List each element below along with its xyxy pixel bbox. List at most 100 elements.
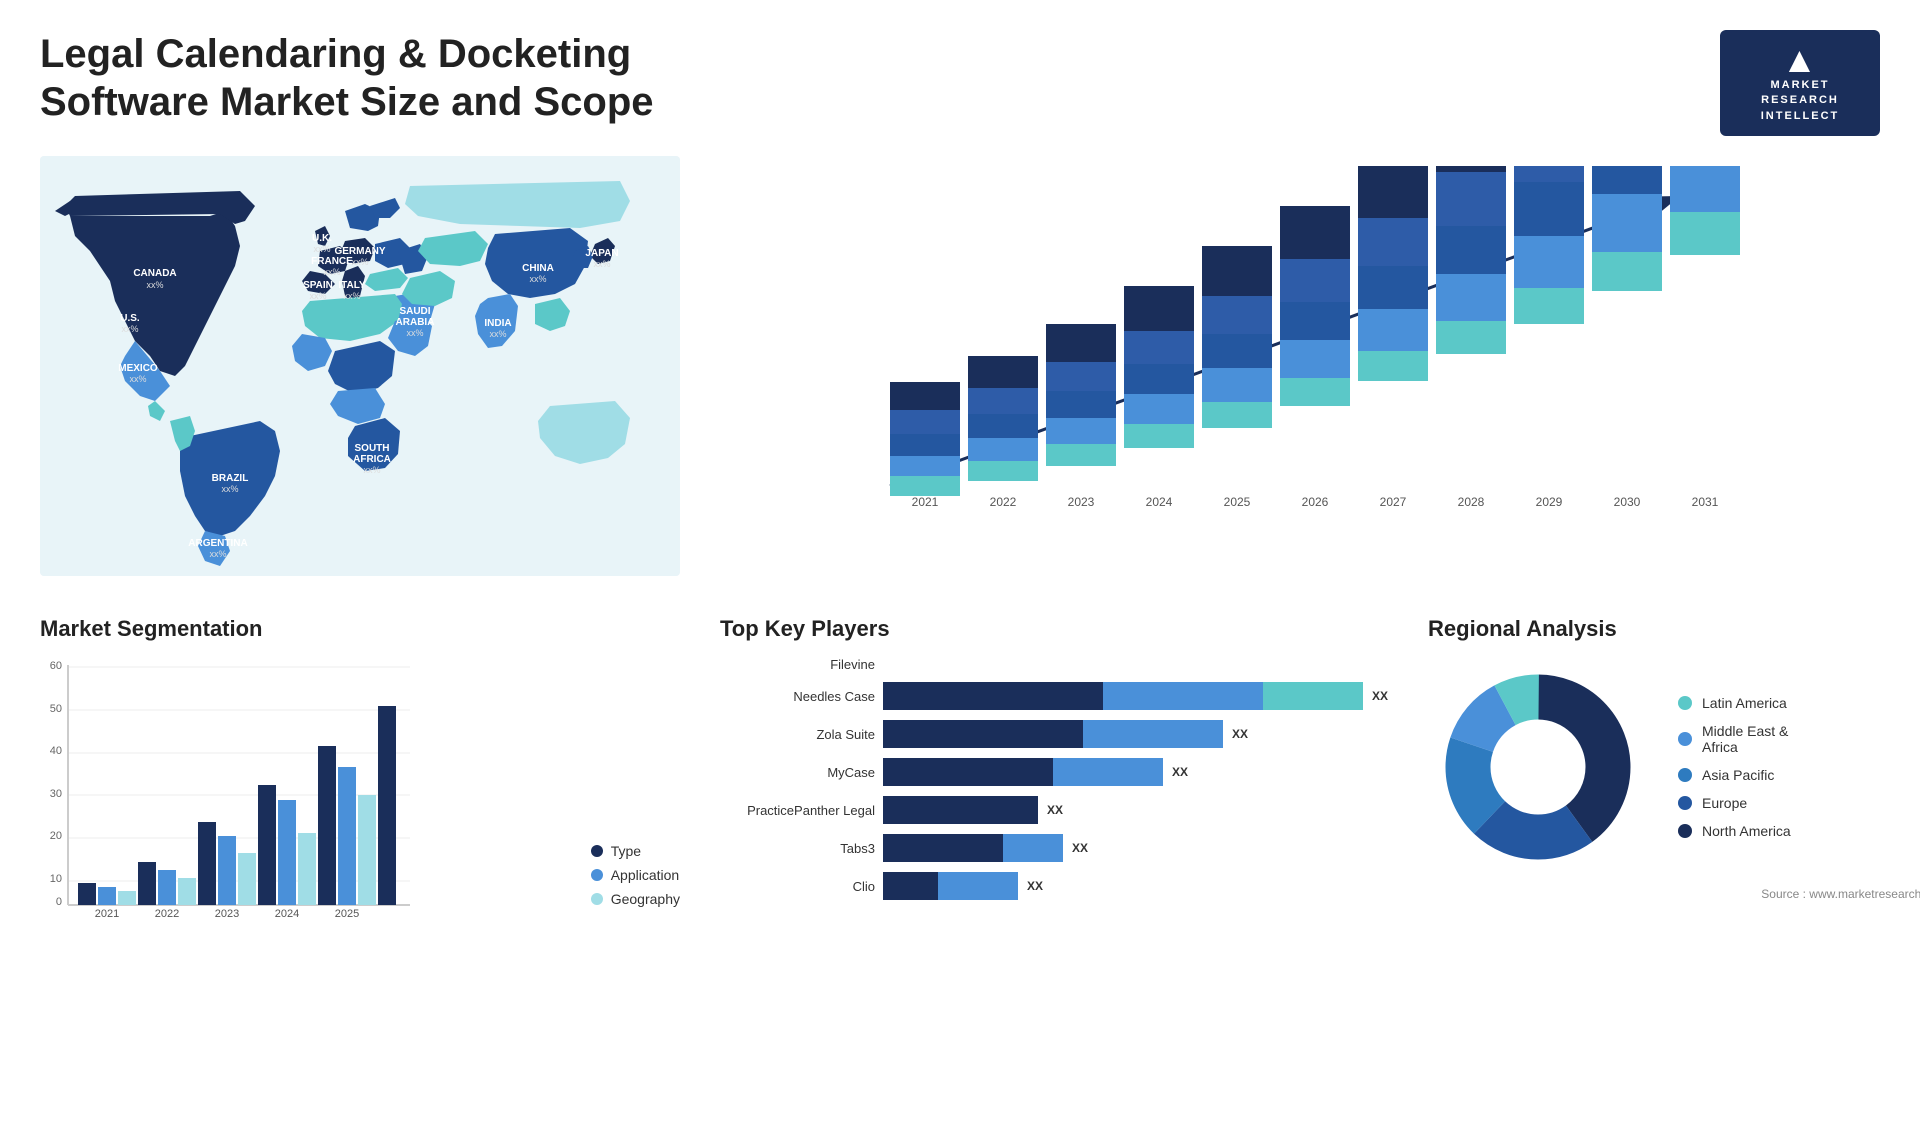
svg-text:U.K.: U.K.	[312, 233, 332, 244]
bar-seg-dark	[883, 682, 1103, 710]
legend-item-type: Type	[591, 843, 680, 859]
header: Legal Calendaring & Docketing Software M…	[40, 30, 1880, 136]
bar-chart-container: XX 2021 XX	[720, 166, 1860, 566]
player-bar-practicepanther-segments	[883, 796, 1038, 824]
svg-text:FRANCE: FRANCE	[311, 256, 353, 267]
svg-text:BRAZIL: BRAZIL	[212, 473, 249, 484]
chart-section: XX 2021 XX	[700, 156, 1880, 576]
svg-text:CHINA: CHINA	[522, 263, 554, 274]
player-value-needles: XX	[1372, 689, 1388, 703]
player-name-needles: Needles Case	[720, 689, 875, 704]
svg-text:xx%: xx%	[121, 324, 138, 334]
player-bar-practicepanther: XX	[883, 796, 1388, 824]
reg-dot-asia-pacific	[1678, 768, 1692, 782]
svg-text:SOUTH: SOUTH	[355, 443, 390, 454]
bar-seg-mid	[1003, 834, 1063, 862]
svg-text:GERMANY: GERMANY	[334, 246, 385, 257]
svg-text:2027: 2027	[1380, 495, 1407, 509]
svg-text:30: 30	[50, 788, 62, 800]
map-section: CANADA xx% U.S. xx% MEXICO xx% BRAZIL xx…	[40, 156, 680, 576]
reg-label-north-america: North America	[1702, 823, 1791, 839]
svg-text:xx%: xx%	[351, 257, 368, 267]
player-bar-needles-segments	[883, 682, 1363, 710]
svg-text:ARABIA: ARABIA	[396, 317, 435, 328]
player-bar-needles: XX	[883, 682, 1388, 710]
svg-text:xx%: xx%	[529, 274, 546, 284]
logo: ▲ MARKET RESEARCH INTELLECT	[1720, 30, 1880, 136]
reg-dot-latin-america	[1678, 696, 1692, 710]
player-bar-clio: XX	[883, 872, 1388, 900]
logo-line2: RESEARCH	[1761, 93, 1839, 108]
player-name-clio: Clio	[720, 879, 875, 894]
player-bar-mycase-segments	[883, 758, 1163, 786]
svg-text:2030: 2030	[1614, 495, 1641, 509]
svg-text:40: 40	[50, 745, 62, 757]
svg-text:xx%: xx%	[323, 267, 340, 277]
svg-text:xx%: xx%	[221, 484, 238, 494]
source-text: Source : www.marketresearchintellect.com	[1428, 887, 1920, 901]
svg-text:2025: 2025	[1224, 495, 1251, 509]
svg-text:2025: 2025	[335, 908, 359, 917]
player-bar-clio-segments	[883, 872, 1018, 900]
logo-line3: INTELLECT	[1761, 109, 1840, 124]
player-value-tabs3: XX	[1072, 841, 1088, 855]
player-name-filevine: Filevine	[720, 657, 875, 672]
player-row-filevine: Filevine	[720, 657, 1388, 672]
reg-legend-middle-east: Middle East &Africa	[1678, 723, 1791, 755]
svg-text:2026: 2026	[1302, 495, 1329, 509]
svg-text:AFRICA: AFRICA	[353, 454, 391, 465]
svg-text:10: 10	[50, 873, 62, 885]
map-container: CANADA xx% U.S. xx% MEXICO xx% BRAZIL xx…	[40, 156, 680, 576]
player-row-mycase: MyCase XX	[720, 758, 1388, 786]
player-value-zola: XX	[1232, 727, 1248, 741]
svg-text:MEXICO: MEXICO	[118, 363, 158, 374]
player-row-tabs3: Tabs3 XX	[720, 834, 1388, 862]
legend-item-application: Application	[591, 867, 680, 883]
player-bar-zola: XX	[883, 720, 1388, 748]
svg-text:2024: 2024	[275, 908, 299, 917]
players-section: Top Key Players Filevine Needles Case XX	[700, 606, 1408, 920]
page-title: Legal Calendaring & Docketing Software M…	[40, 30, 740, 126]
legend-dot-geography	[591, 893, 603, 905]
bar-seg-mid	[1103, 682, 1263, 710]
svg-text:2024: 2024	[1146, 495, 1173, 509]
reg-label-latin-america: Latin America	[1702, 695, 1787, 711]
donut-wrapper: Latin America Middle East &Africa Asia P…	[1428, 657, 1920, 877]
world-map-svg: CANADA xx% U.S. xx% MEXICO xx% BRAZIL xx…	[40, 156, 680, 576]
svg-text:xx%: xx%	[309, 291, 326, 301]
legend-label-geography: Geography	[611, 891, 680, 907]
regional-title: Regional Analysis	[1428, 616, 1920, 642]
segmentation-chart: 60 50 40 30 20 10 0	[40, 657, 566, 907]
svg-text:2021: 2021	[912, 495, 939, 509]
svg-text:2029: 2029	[1536, 495, 1563, 509]
reg-label-europe: Europe	[1702, 795, 1747, 811]
svg-text:2022: 2022	[990, 495, 1017, 509]
reg-label-asia-pacific: Asia Pacific	[1702, 767, 1774, 783]
svg-text:60: 60	[50, 660, 62, 672]
svg-text:xx%: xx%	[313, 244, 330, 254]
svg-text:ITALY: ITALY	[338, 280, 366, 291]
svg-text:U.S.: U.S.	[120, 313, 140, 324]
svg-text:xx%: xx%	[209, 549, 226, 559]
svg-text:CANADA: CANADA	[133, 268, 176, 279]
bar-seg-mid	[1053, 758, 1163, 786]
svg-text:2031: 2031	[1692, 495, 1719, 509]
bar-seg-dark	[883, 796, 1038, 824]
main-grid: CANADA xx% U.S. xx% MEXICO xx% BRAZIL xx…	[40, 156, 1880, 596]
svg-text:xx%: xx%	[129, 374, 146, 384]
legend-dot-application	[591, 869, 603, 881]
donut-svg	[1428, 657, 1648, 877]
player-row-clio: Clio XX	[720, 872, 1388, 900]
reg-legend-europe: Europe	[1678, 795, 1791, 811]
reg-dot-europe	[1678, 796, 1692, 810]
legend-item-geography: Geography	[591, 891, 680, 907]
segmentation-legend: Type Application Geography	[591, 843, 680, 907]
bar-seg-mid	[938, 872, 1018, 900]
svg-text:2023: 2023	[1068, 495, 1095, 509]
player-value-practicepanther: XX	[1047, 803, 1063, 817]
bottom-grid: Market Segmentation 60 50 40 30 20 10 0	[40, 606, 1880, 920]
reg-label-middle-east: Middle East &Africa	[1702, 723, 1788, 755]
player-bar-tabs3-segments	[883, 834, 1063, 862]
player-row-practicepanther: PracticePanther Legal XX	[720, 796, 1388, 824]
bar-seg-mid	[1083, 720, 1223, 748]
